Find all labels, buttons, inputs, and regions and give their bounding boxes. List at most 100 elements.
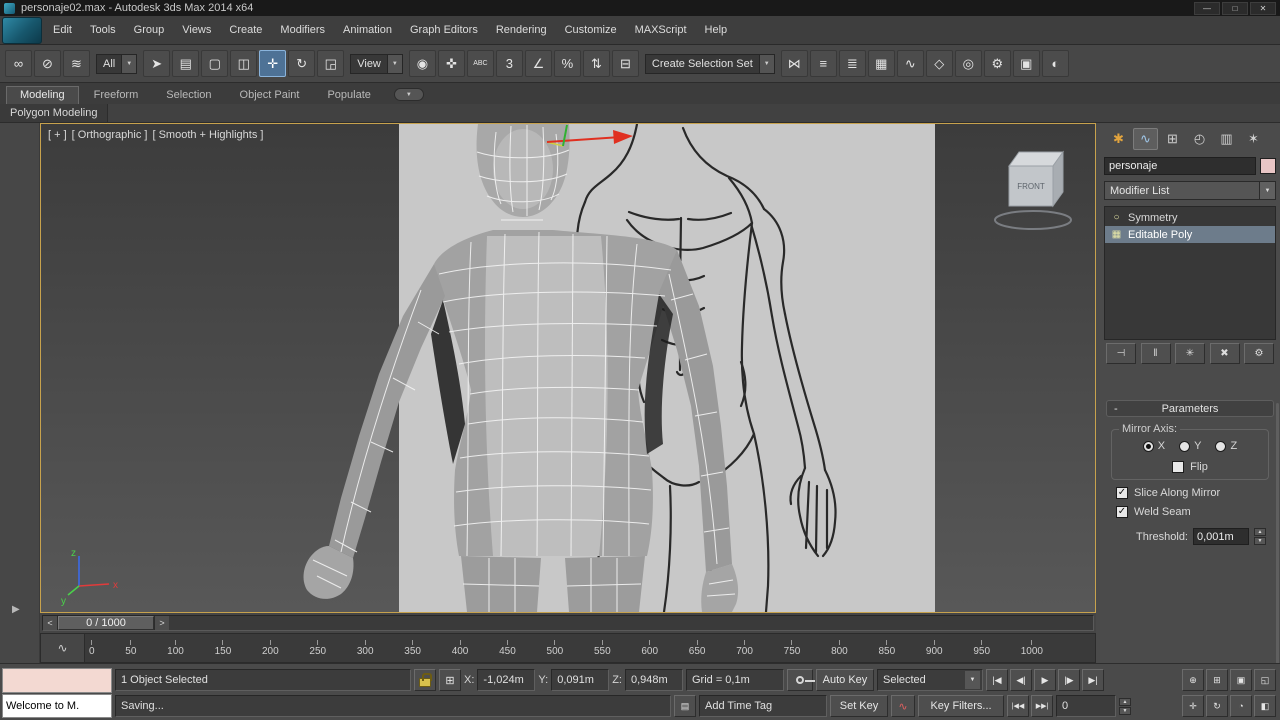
menu-item-create[interactable]: Create: [220, 16, 271, 44]
show-end-result-button[interactable]: ‖: [1140, 343, 1171, 364]
maxscript-listener-pane[interactable]: Welcome to M.: [2, 694, 112, 718]
render-setup-icon[interactable]: ⚙: [983, 50, 1011, 77]
reference-coordinate-system-dropdown[interactable]: View ▼: [350, 53, 403, 74]
command-panel-scrollbar[interactable]: [1276, 403, 1279, 673]
keyboard-shortcut-override-icon[interactable]: ABC: [466, 50, 494, 77]
threshold-spinner-up[interactable]: ▲: [1254, 528, 1266, 536]
time-ruler-ticks[interactable]: 0 50 100 150 200 250 300 350 400 450 500 550 600 650 7…: [85, 634, 1095, 662]
ribbon-tab-populate[interactable]: Populate: [314, 87, 383, 104]
macro-recorder-pane[interactable]: [2, 667, 112, 693]
zoom-all-button[interactable]: ⊞: [1206, 669, 1228, 691]
mirror-icon[interactable]: ⋈: [780, 50, 808, 77]
viewport-pov-menu[interactable]: [ Orthographic ]: [72, 129, 148, 141]
viewport-shading-menu[interactable]: [ Smooth + Highlights ]: [152, 129, 263, 141]
select-and-rotate-icon[interactable]: ↻: [288, 50, 316, 77]
zoom-extents-button[interactable]: ▣: [1230, 669, 1252, 691]
y-coordinate-field[interactable]: 0,091m: [551, 669, 610, 691]
threshold-spinner-down[interactable]: ▼: [1254, 537, 1266, 545]
visibility-bulb-icon[interactable]: ○: [1110, 212, 1123, 223]
viewport-canvas[interactable]: FRONT z x y: [41, 124, 1095, 612]
threshold-field[interactable]: 0,001m: [1193, 528, 1249, 545]
menu-item-maxscript[interactable]: MAXScript: [626, 16, 696, 44]
viewport-layout-arrow-icon[interactable]: ▶: [12, 604, 20, 615]
layer-manager-icon[interactable]: ≣: [838, 50, 866, 77]
viewport[interactable]: FRONT z x y [ + ] [ Orthographic ] [ Smo…: [40, 123, 1096, 613]
absolute-mode-toggle-button[interactable]: ⊞: [439, 669, 461, 691]
edit-named-selection-sets-icon[interactable]: ⊟: [611, 50, 639, 77]
material-editor-icon[interactable]: ◎: [954, 50, 982, 77]
mirror-axis-x[interactable]: X: [1142, 440, 1165, 452]
add-time-tag-field[interactable]: Add Time Tag: [699, 695, 827, 717]
minimize-button[interactable]: —: [1194, 1, 1220, 15]
time-slider-handle[interactable]: 0 / 1000: [58, 616, 154, 630]
slice-along-mirror-checkbox[interactable]: ✓: [1116, 487, 1128, 499]
menu-item-rendering[interactable]: Rendering: [487, 16, 556, 44]
spinner-snap-icon[interactable]: ⇅: [582, 50, 610, 77]
flip-row[interactable]: Flip: [1130, 461, 1250, 473]
render-production-icon[interactable]: ◐: [1041, 50, 1069, 77]
configure-modifier-sets-button[interactable]: ⚙: [1244, 343, 1274, 364]
modify-tab[interactable]: ∿: [1133, 128, 1158, 150]
auto-key-button[interactable]: Auto Key: [815, 669, 874, 691]
select-and-link-icon[interactable]: ∞: [5, 50, 32, 77]
close-button[interactable]: ✕: [1250, 1, 1276, 15]
bind-to-space-warp-icon[interactable]: ≋: [63, 50, 90, 77]
named-selection-sets-dropdown[interactable]: Create Selection Set ▼: [644, 53, 775, 74]
time-slider-track[interactable]: < 0 / 1000 >: [42, 615, 1094, 631]
weld-seam-checkbox[interactable]: ✓: [1116, 506, 1128, 518]
select-by-name-icon[interactable]: ▤: [172, 50, 200, 77]
ribbon-tab-selection[interactable]: Selection: [153, 87, 224, 104]
frame-spinner-up[interactable]: ▲: [1119, 697, 1131, 706]
remove-modifier-button[interactable]: ✖: [1209, 343, 1240, 364]
orbit-button[interactable]: ↻: [1206, 695, 1228, 717]
object-name-field[interactable]: personaje: [1104, 157, 1256, 175]
ribbon-display-toggle[interactable]: ▼: [393, 88, 424, 101]
menu-item-help[interactable]: Help: [696, 16, 737, 44]
select-and-move-icon[interactable]: ✛: [259, 50, 287, 77]
set-key-button[interactable]: Set Key: [830, 695, 888, 717]
go-to-start-button[interactable]: |◀: [985, 669, 1008, 691]
viewport-general-menu[interactable]: [ + ]: [48, 129, 67, 141]
previous-frame-button[interactable]: ◀|: [1009, 669, 1032, 691]
select-object-icon[interactable]: ➤: [143, 50, 171, 77]
object-color-swatch[interactable]: [1260, 158, 1276, 174]
viewcube-front-face[interactable]: FRONT: [1017, 182, 1045, 191]
time-slider-prev-button[interactable]: <: [43, 616, 58, 630]
menu-item-customize[interactable]: Customize: [556, 16, 626, 44]
create-tab[interactable]: ✱: [1106, 128, 1131, 150]
menu-item-modifiers[interactable]: Modifiers: [271, 16, 334, 44]
make-unique-button[interactable]: ✳: [1175, 343, 1205, 364]
pin-stack-button[interactable]: ⊣: [1106, 343, 1136, 364]
frame-spinner-down[interactable]: ▼: [1119, 706, 1131, 715]
mirror-axis-z[interactable]: Z: [1215, 440, 1237, 452]
menu-item-animation[interactable]: Animation: [334, 16, 401, 44]
ribbon-tab-modeling[interactable]: Modeling: [6, 86, 79, 104]
window-crossing-selection-icon[interactable]: ◫: [230, 50, 258, 77]
x-coordinate-field[interactable]: -1,024m: [477, 669, 536, 691]
key-mode-dropdown[interactable]: Selected ▼: [876, 669, 983, 691]
motion-tab[interactable]: ◴: [1187, 128, 1212, 150]
selection-lock-button[interactable]: [414, 669, 436, 691]
curve-editor-icon[interactable]: ∿: [896, 50, 924, 77]
weld-seam-row[interactable]: ✓ Weld Seam: [1116, 506, 1264, 518]
selection-filter-dropdown[interactable]: All ▼: [96, 53, 138, 74]
play-button[interactable]: ▶: [1033, 669, 1056, 691]
mirror-axis-y[interactable]: Y: [1179, 440, 1201, 452]
go-to-end-button[interactable]: ▶|: [1081, 669, 1104, 691]
hierarchy-tab[interactable]: ⊞: [1160, 128, 1185, 150]
angle-snap-icon[interactable]: ∠: [524, 50, 552, 77]
use-pivot-point-center-icon[interactable]: ◉: [408, 50, 436, 77]
set-keys-button[interactable]: [786, 669, 815, 691]
maximize-button[interactable]: □: [1222, 1, 1248, 15]
new-key-tangents-button[interactable]: ∿: [891, 695, 915, 717]
polygon-modeling-panel-tab[interactable]: Polygon Modeling: [0, 104, 109, 122]
ribbon-tab-object-paint[interactable]: Object Paint: [227, 87, 313, 104]
display-tab[interactable]: ▥: [1214, 128, 1239, 150]
flip-checkbox[interactable]: [1172, 461, 1185, 473]
utilities-tab[interactable]: ✶: [1241, 128, 1266, 150]
3ds-max-logo-button[interactable]: [2, 17, 42, 44]
align-icon[interactable]: ≡: [809, 50, 837, 77]
graphite-ribbon-icon[interactable]: ▦: [867, 50, 895, 77]
percent-snap-icon[interactable]: %: [553, 50, 581, 77]
pan-button[interactable]: ✛: [1182, 695, 1204, 717]
